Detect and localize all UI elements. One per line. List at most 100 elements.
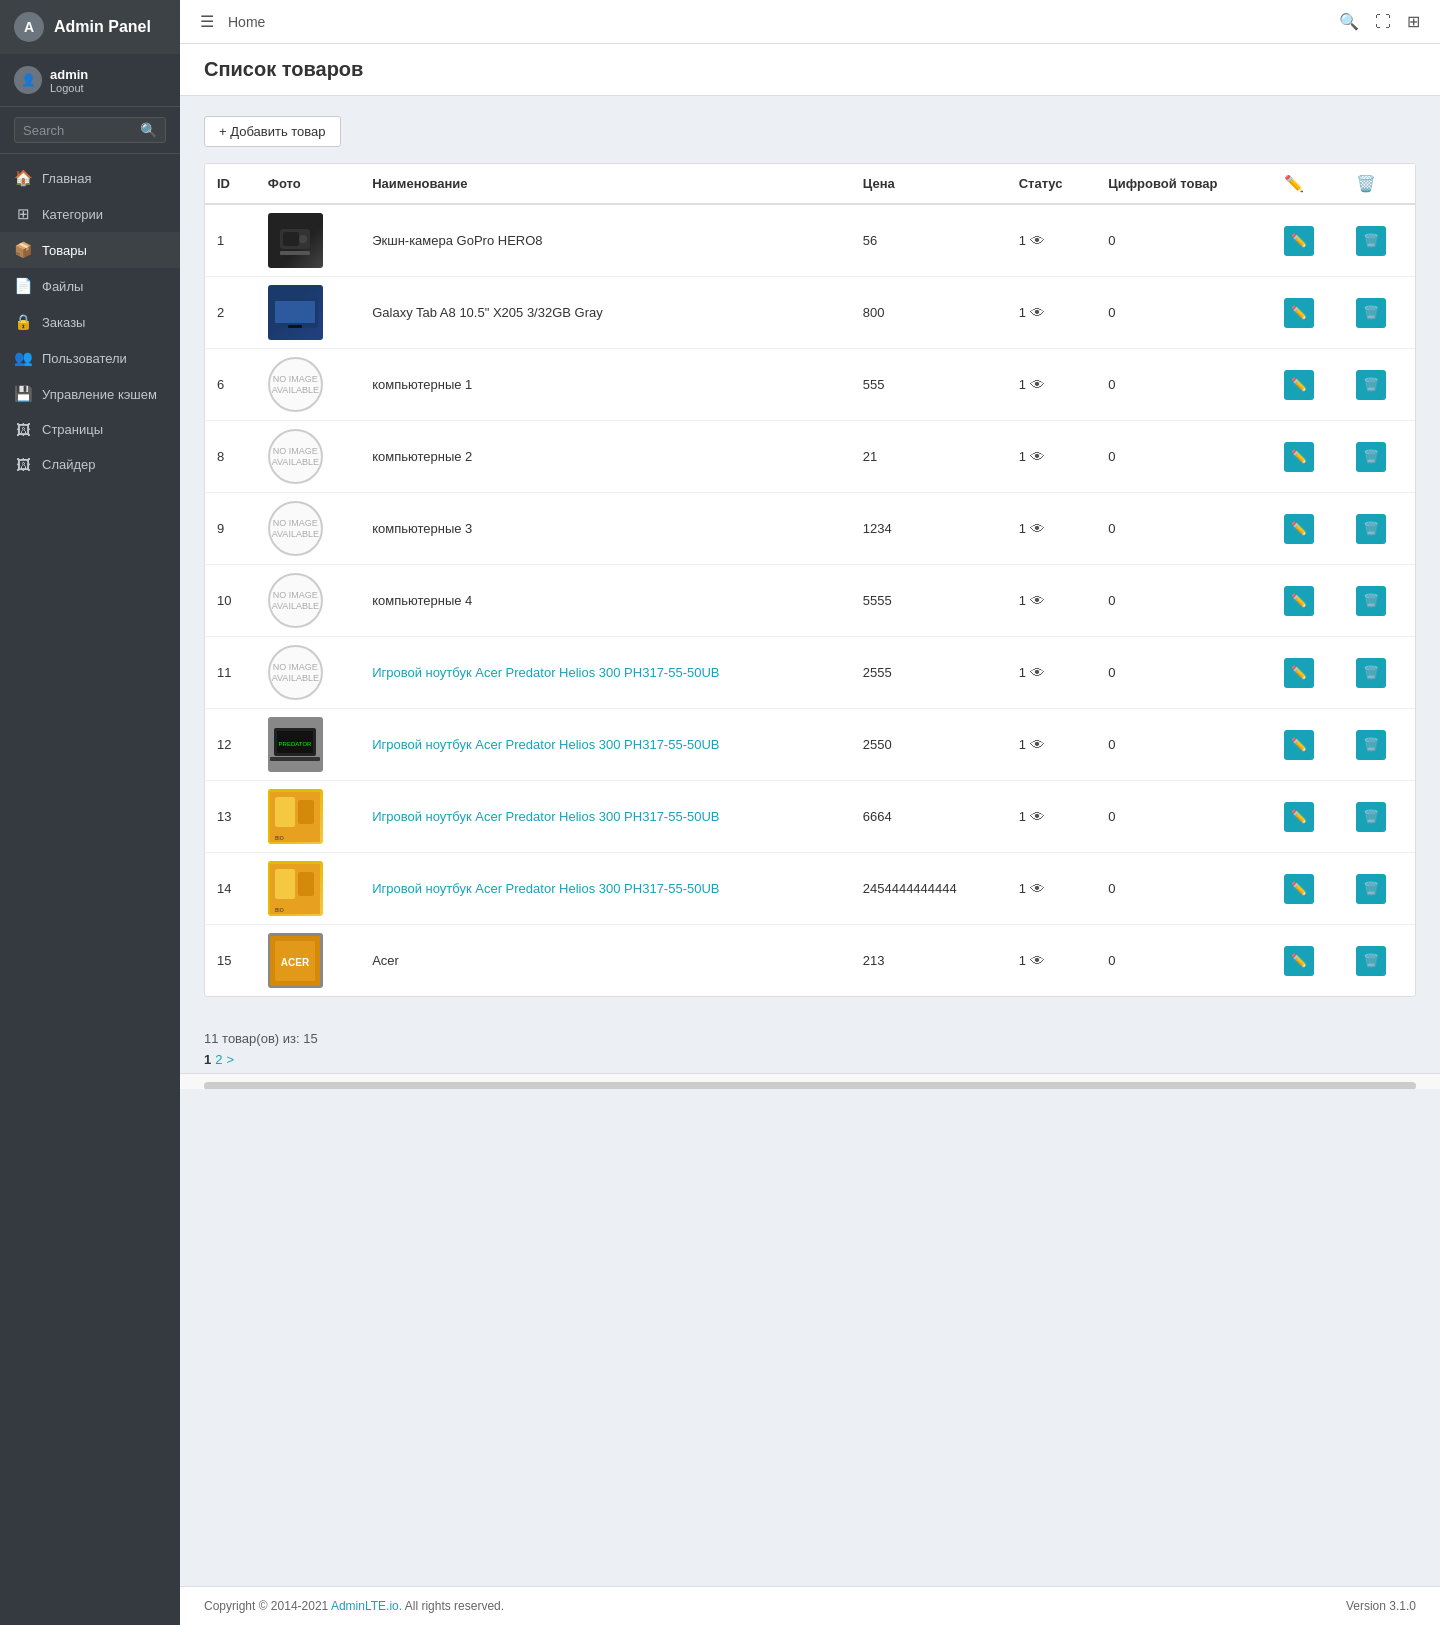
edit-button[interactable]: ✏️: [1284, 658, 1314, 688]
delete-button[interactable]: 🗑️: [1356, 730, 1386, 760]
search-button[interactable]: 🔍: [140, 122, 157, 138]
svg-text:BIO: BIO: [275, 835, 284, 841]
cell-digital: 0: [1096, 709, 1272, 781]
fullscreen-icon[interactable]: ⛶: [1375, 13, 1391, 31]
delete-button[interactable]: 🗑️: [1356, 658, 1386, 688]
edit-button[interactable]: ✏️: [1284, 802, 1314, 832]
delete-button[interactable]: 🗑️: [1356, 442, 1386, 472]
status-value: 1: [1019, 953, 1026, 968]
cell-status: 1👁: [1007, 781, 1097, 853]
delete-button[interactable]: 🗑️: [1356, 802, 1386, 832]
edit-button[interactable]: ✏️: [1284, 514, 1314, 544]
cell-edit: ✏️: [1272, 204, 1343, 277]
users-icon: 👥: [14, 349, 32, 367]
edit-button[interactable]: ✏️: [1284, 370, 1314, 400]
page-next[interactable]: >: [226, 1052, 234, 1067]
no-image-placeholder: NO IMAGE AVAILABLE: [268, 429, 323, 484]
cell-edit: ✏️: [1272, 565, 1343, 637]
cell-id: 6: [205, 349, 256, 421]
cell-name[interactable]: Игровой ноутбук Acer Predator Helios 300…: [360, 781, 851, 853]
product-image: PREDATOR: [268, 717, 323, 772]
edit-button[interactable]: ✏️: [1284, 586, 1314, 616]
sidebar-item-fajly[interactable]: 📄 Файлы: [0, 268, 180, 304]
delete-button[interactable]: 🗑️: [1356, 946, 1386, 976]
horizontal-scrollbar[interactable]: [204, 1082, 1416, 1089]
page-1[interactable]: 1: [204, 1052, 211, 1067]
search-input[interactable]: [23, 123, 140, 138]
sidebar-item-polzovateli[interactable]: 👥 Пользователи: [0, 340, 180, 376]
sidebar-item-kesh[interactable]: 💾 Управление кэшем: [0, 376, 180, 412]
content-area: + Добавить товар ID Фото Наименование Це…: [180, 96, 1440, 1017]
sidebar-item-glavnaya[interactable]: 🏠 Главная: [0, 160, 180, 196]
footer-version: Version 3.1.0: [1346, 1599, 1416, 1613]
cell-photo: NO IMAGE AVAILABLE: [256, 493, 360, 565]
edit-button[interactable]: ✏️: [1284, 226, 1314, 256]
eye-icon: 👁: [1030, 664, 1045, 681]
sidebar-item-kategorii[interactable]: ⊞ Категории: [0, 196, 180, 232]
sidebar-item-stranicy[interactable]: 🖼 Страницы: [0, 412, 180, 447]
cell-status: 1👁: [1007, 637, 1097, 709]
nav-label: Страницы: [42, 422, 103, 437]
nav-label: Товары: [42, 243, 87, 258]
cell-price: 1234: [851, 493, 1007, 565]
delete-button[interactable]: 🗑️: [1356, 874, 1386, 904]
delete-button[interactable]: 🗑️: [1356, 586, 1386, 616]
delete-button[interactable]: 🗑️: [1356, 370, 1386, 400]
cell-status: 1👁: [1007, 349, 1097, 421]
cell-photo: ACER: [256, 925, 360, 997]
status-value: 1: [1019, 449, 1026, 464]
cell-digital: 0: [1096, 853, 1272, 925]
page-header: Список товаров: [180, 44, 1440, 96]
table-header-row: ID Фото Наименование Цена Статус Цифрово…: [205, 164, 1415, 204]
cell-status: 1👁: [1007, 421, 1097, 493]
sidebar-item-zakazy[interactable]: 🔒 Заказы: [0, 304, 180, 340]
cell-name: Galaxy Tab A8 10.5" X205 3/32GB Gray: [360, 277, 851, 349]
status-value: 1: [1019, 881, 1026, 896]
brand: A Admin Panel: [0, 0, 180, 54]
edit-button[interactable]: ✏️: [1284, 442, 1314, 472]
eye-icon: 👁: [1030, 952, 1045, 969]
eye-icon: 👁: [1030, 448, 1045, 465]
cell-status: 1👁: [1007, 925, 1097, 997]
sidebar-item-slajder[interactable]: 🖼 Слайдер: [0, 447, 180, 482]
cell-photo: NO IMAGE AVAILABLE: [256, 565, 360, 637]
eye-icon: 👁: [1030, 376, 1045, 393]
cell-name: Acer: [360, 925, 851, 997]
table-row: 1Экшн-камера GoPro HERO8561👁0✏️🗑️: [205, 204, 1415, 277]
sidebar-item-tovary[interactable]: 📦 Товары: [0, 232, 180, 268]
cell-edit: ✏️: [1272, 781, 1343, 853]
delete-button[interactable]: 🗑️: [1356, 514, 1386, 544]
delete-button[interactable]: 🗑️: [1356, 226, 1386, 256]
logout-link[interactable]: Logout: [50, 82, 88, 94]
product-image: BIO: [268, 789, 323, 844]
apps-icon[interactable]: ⊞: [1407, 12, 1420, 31]
pagination-count: 11 товар(ов) из: 15: [204, 1031, 1416, 1046]
cell-delete: 🗑️: [1344, 637, 1415, 709]
username: admin: [50, 67, 88, 82]
cell-photo: BIO: [256, 853, 360, 925]
cell-price: 213: [851, 925, 1007, 997]
edit-button[interactable]: ✏️: [1284, 946, 1314, 976]
footer-link[interactable]: AdminLTE.io.: [331, 1599, 402, 1613]
page-2[interactable]: 2: [215, 1052, 222, 1067]
search-icon[interactable]: 🔍: [1339, 12, 1359, 31]
search-inner: 🔍: [14, 117, 166, 143]
edit-button[interactable]: ✏️: [1284, 298, 1314, 328]
edit-button[interactable]: ✏️: [1284, 730, 1314, 760]
cell-name[interactable]: Игровой ноутбук Acer Predator Helios 300…: [360, 709, 851, 781]
cell-name[interactable]: Игровой ноутбук Acer Predator Helios 300…: [360, 637, 851, 709]
cell-status: 1👁: [1007, 204, 1097, 277]
svg-text:BIO: BIO: [275, 907, 284, 913]
cell-name[interactable]: Игровой ноутбук Acer Predator Helios 300…: [360, 853, 851, 925]
cell-status: 1👁: [1007, 853, 1097, 925]
user-info: admin Logout: [50, 67, 88, 94]
cell-id: 11: [205, 637, 256, 709]
add-product-button[interactable]: + Добавить товар: [204, 116, 341, 147]
menu-toggle-icon[interactable]: ☰: [200, 12, 214, 31]
cell-status: 1👁: [1007, 709, 1097, 781]
file-icon: 📄: [14, 277, 32, 295]
edit-button[interactable]: ✏️: [1284, 874, 1314, 904]
cell-photo: [256, 204, 360, 277]
delete-button[interactable]: 🗑️: [1356, 298, 1386, 328]
cell-photo: [256, 277, 360, 349]
